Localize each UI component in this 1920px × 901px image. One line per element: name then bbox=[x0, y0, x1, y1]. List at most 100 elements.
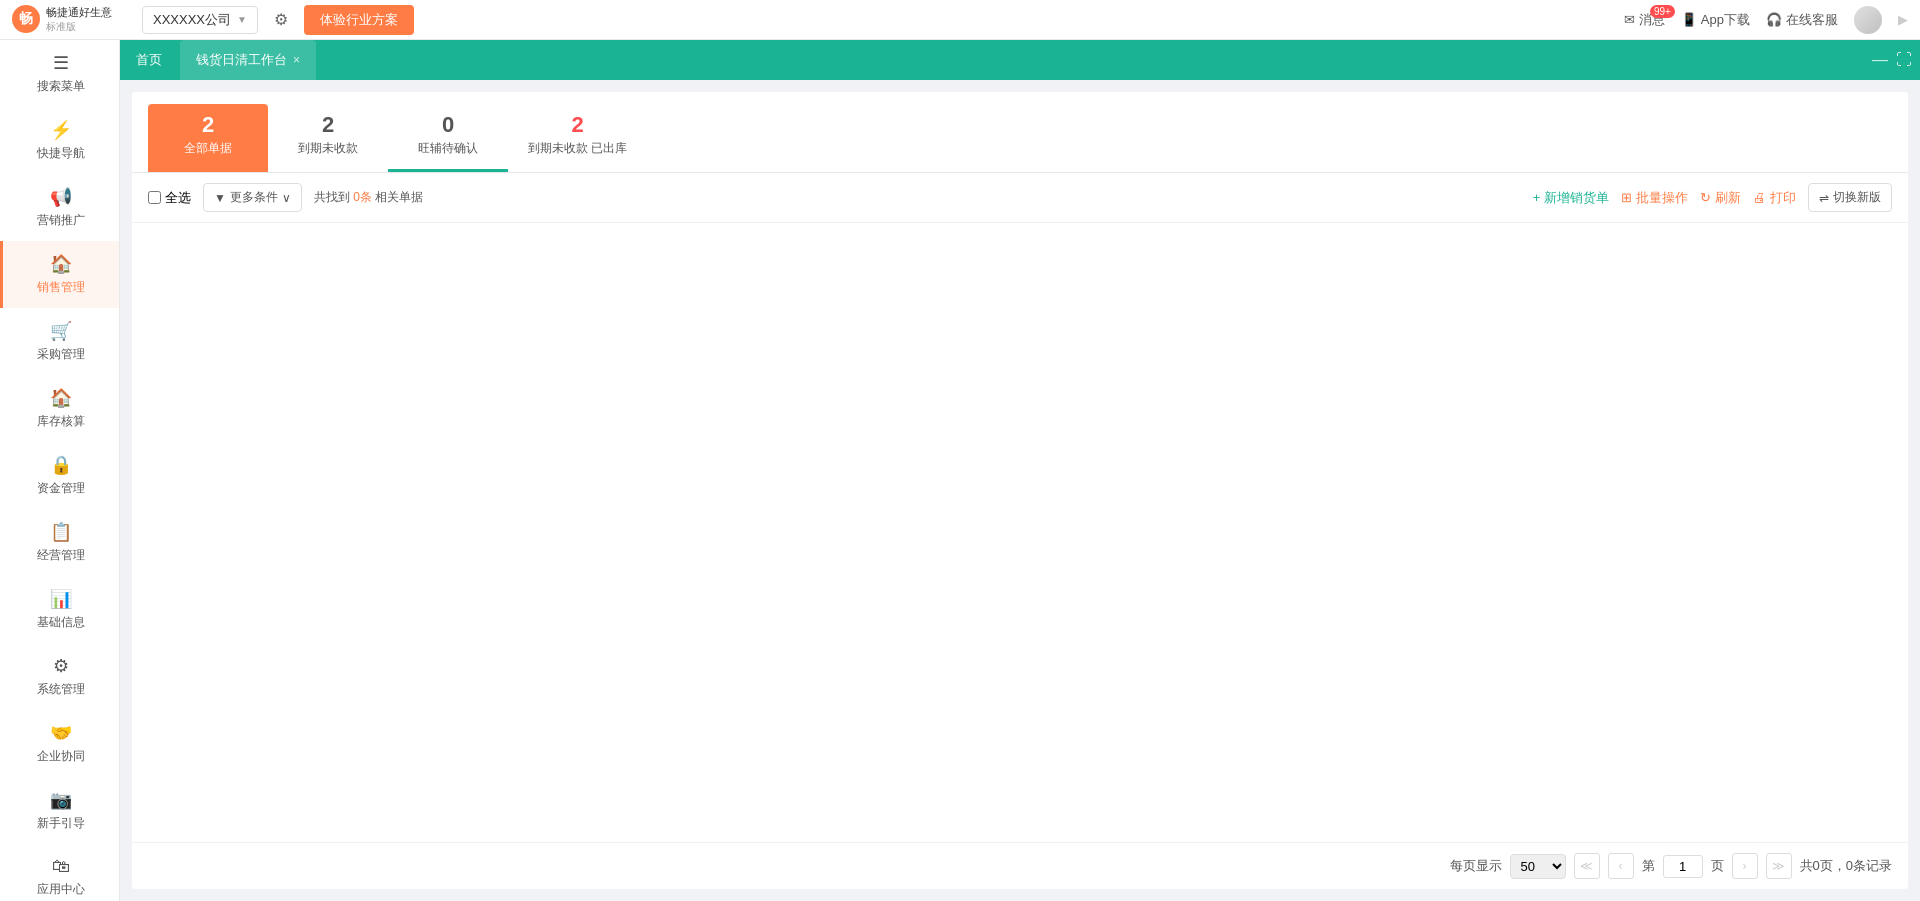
switch-icon: ⇌ bbox=[1819, 191, 1829, 205]
operations-icon: 📋 bbox=[50, 521, 72, 543]
found-prefix: 共找到 bbox=[314, 190, 350, 204]
tab-active[interactable]: 钱货日清工作台 × bbox=[180, 40, 316, 80]
search-menu-icon: ☰ bbox=[53, 52, 69, 74]
toolbar: 全选 ▼ 更多条件 ∨ 共找到 0条 相关单据 + 新增销货单 bbox=[132, 173, 1908, 223]
next-page-button[interactable]: › bbox=[1732, 853, 1758, 879]
tab-close-icon[interactable]: × bbox=[293, 53, 300, 67]
select-all-label: 全选 bbox=[165, 189, 191, 207]
tab-label-all: 全部单据 bbox=[168, 140, 248, 157]
logo-area: 畅 畅捷通好生意 标准版 bbox=[12, 5, 132, 33]
tab-count-pending: 0 bbox=[408, 112, 488, 138]
found-text: 共找到 0条 相关单据 bbox=[314, 189, 423, 206]
sidebar-label-finance: 资金管理 bbox=[37, 480, 85, 497]
summary-tab-pending[interactable]: 0 旺辅待确认 bbox=[388, 104, 508, 172]
content-area: 首页 钱货日清工作台 × — ⛶ 2 全部单据 2 bbox=[120, 40, 1920, 901]
select-all-checkbox[interactable]: 全选 bbox=[148, 189, 191, 207]
batch-label: 批量操作 bbox=[1636, 189, 1688, 207]
last-page-icon: ≫ bbox=[1772, 859, 1785, 873]
last-page-button[interactable]: ≫ bbox=[1766, 853, 1792, 879]
sidebar-item-enterprise[interactable]: 🤝 企业协同 bbox=[0, 710, 119, 777]
print-button[interactable]: 🖨 打印 bbox=[1753, 189, 1796, 207]
total-records: 共0页，0条记录 bbox=[1800, 857, 1892, 875]
refresh-button[interactable]: ↻ 刷新 bbox=[1700, 189, 1741, 207]
sidebar-label-marketing: 营销推广 bbox=[37, 212, 85, 229]
sidebar-label-base-info: 基础信息 bbox=[37, 614, 85, 631]
sidebar-label-system: 系统管理 bbox=[37, 681, 85, 698]
message-icon: ✉ bbox=[1624, 12, 1635, 27]
sidebar-item-purchase[interactable]: 🛒 采购管理 bbox=[0, 308, 119, 375]
logo-text: 畅捷通好生意 bbox=[46, 5, 112, 19]
sidebar-item-system[interactable]: ⚙ 系统管理 bbox=[0, 643, 119, 710]
sidebar-item-inventory[interactable]: 🏠 库存核算 bbox=[0, 375, 119, 442]
batch-operation-button[interactable]: ⊞ 批量操作 bbox=[1621, 189, 1688, 207]
message-item[interactable]: ✉ 消息 99+ bbox=[1624, 11, 1665, 29]
marketing-icon: 📢 bbox=[50, 186, 72, 208]
chevron-icon: ∨ bbox=[282, 191, 291, 205]
summary-tab-shipped[interactable]: 2 到期未收款 已出库 bbox=[508, 104, 647, 172]
online-service-item[interactable]: 🎧 在线客服 bbox=[1766, 11, 1838, 29]
app-download-icon: 📱 bbox=[1681, 12, 1697, 27]
tab-minimize-icon[interactable]: — bbox=[1872, 51, 1888, 69]
first-page-icon: ≪ bbox=[1580, 859, 1593, 873]
sidebar-item-sales[interactable]: 🏠 销售管理 bbox=[0, 241, 119, 308]
sidebar-item-marketing[interactable]: 📢 营销推广 bbox=[0, 174, 119, 241]
more-conditions-button[interactable]: ▼ 更多条件 ∨ bbox=[203, 183, 302, 212]
app-download-label: App下载 bbox=[1701, 11, 1750, 29]
trial-button[interactable]: 体验行业方案 bbox=[304, 5, 414, 35]
sidebar-label-guide: 新手引导 bbox=[37, 815, 85, 832]
tab-count-all: 2 bbox=[168, 112, 248, 138]
top-right: ✉ 消息 99+ 📱 App下载 🎧 在线客服 ▶ bbox=[1624, 6, 1908, 34]
sidebar-label-purchase: 采购管理 bbox=[37, 346, 85, 363]
found-suffix: 相关单据 bbox=[375, 190, 423, 204]
tab-maximize-icon[interactable]: ⛶ bbox=[1896, 51, 1912, 69]
batch-icon: ⊞ bbox=[1621, 190, 1632, 205]
tab-home[interactable]: 首页 bbox=[120, 40, 178, 80]
chevron-down-icon: ▼ bbox=[237, 14, 247, 25]
tab-label-shipped: 到期未收款 已出库 bbox=[528, 140, 627, 157]
main-layout: ☰ 搜索菜单 ⚡ 快捷导航 📢 营销推广 🏠 销售管理 🛒 采购管理 🏠 库存核… bbox=[0, 40, 1920, 901]
tab-active-label: 钱货日清工作台 bbox=[196, 51, 287, 69]
sidebar-item-guide[interactable]: 📷 新手引导 bbox=[0, 777, 119, 844]
sidebar-item-app-center[interactable]: 🛍 应用中心 bbox=[0, 844, 119, 901]
switch-label: 切换新版 bbox=[1833, 189, 1881, 206]
sidebar-item-finance[interactable]: 🔒 资金管理 bbox=[0, 442, 119, 509]
page-size-select[interactable]: 50 20 100 bbox=[1510, 854, 1566, 879]
refresh-label: 刷新 bbox=[1715, 189, 1741, 207]
tab-label-pending: 旺辅待确认 bbox=[408, 140, 488, 157]
sidebar-label-inventory: 库存核算 bbox=[37, 413, 85, 430]
sidebar-item-operations[interactable]: 📋 经营管理 bbox=[0, 509, 119, 576]
summary-tab-overdue[interactable]: 2 到期未收款 bbox=[268, 104, 388, 172]
switch-version-button[interactable]: ⇌ 切换新版 bbox=[1808, 183, 1892, 212]
tab-count-shipped: 2 bbox=[528, 112, 627, 138]
system-icon: ⚙ bbox=[53, 655, 69, 677]
prev-page-button[interactable]: ‹ bbox=[1608, 853, 1634, 879]
per-page-label: 每页显示 bbox=[1450, 857, 1502, 875]
tab-actions: — ⛶ bbox=[1872, 51, 1920, 69]
user-name[interactable]: ▶ bbox=[1898, 12, 1908, 27]
more-conditions-label: 更多条件 bbox=[230, 189, 278, 206]
company-selector[interactable]: XXXXXX公司 ▼ bbox=[142, 6, 258, 34]
tab-count-overdue: 2 bbox=[288, 112, 368, 138]
page-inner: 2 全部单据 2 到期未收款 0 旺辅待确认 2 到期未收款 已出库 bbox=[132, 92, 1908, 889]
checkbox-input[interactable] bbox=[148, 191, 161, 204]
summary-tabs: 2 全部单据 2 到期未收款 0 旺辅待确认 2 到期未收款 已出库 bbox=[132, 92, 1908, 173]
avatar-placeholder bbox=[1854, 6, 1882, 34]
sidebar-label-quick-nav: 快捷导航 bbox=[37, 145, 85, 162]
online-service-label: 在线客服 bbox=[1786, 11, 1838, 29]
page-number-input[interactable] bbox=[1663, 855, 1703, 878]
enterprise-icon: 🤝 bbox=[50, 722, 72, 744]
print-label: 打印 bbox=[1770, 189, 1796, 207]
quick-nav-icon: ⚡ bbox=[50, 119, 72, 141]
add-sales-order-button[interactable]: + 新增销货单 bbox=[1533, 189, 1609, 207]
sidebar-item-base-info[interactable]: 📊 基础信息 bbox=[0, 576, 119, 643]
avatar[interactable] bbox=[1854, 6, 1882, 34]
refresh-icon: ↻ bbox=[1700, 190, 1711, 205]
sidebar-item-search-menu[interactable]: ☰ 搜索菜单 bbox=[0, 40, 119, 107]
settings-icon[interactable]: ⚙ bbox=[266, 5, 296, 35]
app-download-item[interactable]: 📱 App下载 bbox=[1681, 11, 1750, 29]
summary-tab-all[interactable]: 2 全部单据 bbox=[148, 104, 268, 172]
base-info-icon: 📊 bbox=[50, 588, 72, 610]
first-page-button[interactable]: ≪ bbox=[1574, 853, 1600, 879]
sidebar-item-quick-nav[interactable]: ⚡ 快捷导航 bbox=[0, 107, 119, 174]
sidebar-label-enterprise: 企业协同 bbox=[37, 748, 85, 765]
